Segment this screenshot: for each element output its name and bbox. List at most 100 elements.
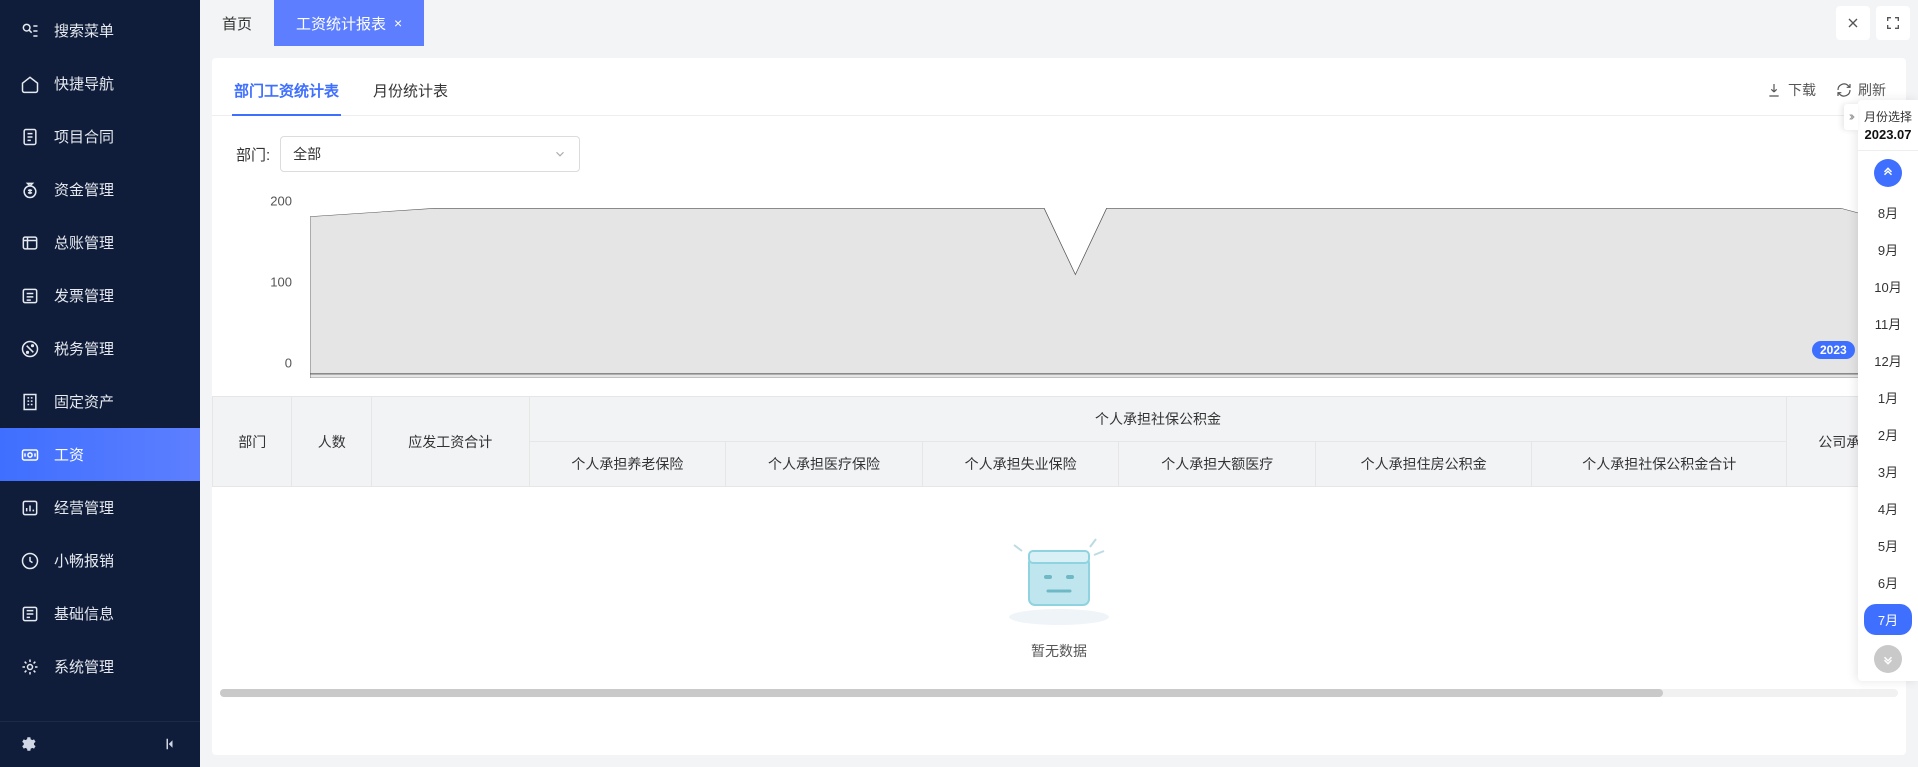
sidebar-item-6[interactable]: 税务管理	[0, 322, 200, 375]
table-subheader: 个人承担失业保险	[922, 442, 1119, 487]
sidebar-item-8[interactable]: 工资	[0, 428, 200, 481]
app-root: 搜索菜单快捷导航项目合同资金管理总账管理发票管理税务管理固定资产工资经营管理小畅…	[0, 0, 1918, 767]
tabs-bar-right	[1836, 0, 1918, 46]
month-item-2[interactable]: 10月	[1864, 271, 1912, 302]
salary-icon	[20, 445, 40, 465]
sidebar-item-1[interactable]: 快捷导航	[0, 57, 200, 110]
subtab-1[interactable]: 月份统计表	[371, 72, 450, 115]
month-panel-current: 2023.07	[1858, 127, 1918, 151]
table-subheader: 个人承担大额医疗	[1119, 442, 1316, 487]
subtabs-host: 部门工资统计表月份统计表	[232, 72, 450, 115]
tab-close-icon[interactable]: ×	[394, 15, 402, 31]
tax-icon	[20, 339, 40, 359]
department-select[interactable]: 全部	[280, 136, 580, 172]
empty-illustration-icon	[994, 517, 1124, 627]
department-select-value: 全部	[293, 144, 553, 164]
table-header-group: 个人承担社保公积金	[529, 397, 1787, 442]
refresh-label: 刷新	[1858, 80, 1886, 100]
sidebar-item-4[interactable]: 总账管理	[0, 216, 200, 269]
chart-y-axis: 0100200	[236, 186, 300, 386]
salary-chart: 0100200	[236, 186, 1882, 386]
month-item-11[interactable]: 7月	[1864, 604, 1912, 635]
table-subheader: 个人承担住房公积金	[1316, 442, 1532, 487]
table-header: 应发工资合计	[371, 397, 529, 487]
sidebar-item-7[interactable]: 固定资产	[0, 375, 200, 428]
content: 部门工资统计表月份统计表 下载 刷新	[200, 46, 1918, 767]
month-scroll-down-button[interactable]	[1874, 645, 1902, 673]
sidebar-item-label: 总账管理	[54, 232, 114, 253]
month-item-1[interactable]: 9月	[1864, 234, 1912, 265]
system-icon	[20, 657, 40, 677]
month-item-0[interactable]: 8月	[1864, 197, 1912, 228]
sidebar-item-label: 资金管理	[54, 179, 114, 200]
fullscreen-button[interactable]	[1876, 6, 1910, 40]
table-subheader: 个人承担社保公积金合计	[1532, 442, 1787, 487]
collapse-sidebar-icon[interactable]	[162, 735, 182, 755]
home-icon	[20, 74, 40, 94]
sidebar-item-2[interactable]: 项目合同	[0, 110, 200, 163]
empty-text: 暂无数据	[212, 641, 1906, 661]
refresh-icon	[1836, 82, 1852, 98]
money-bag-icon	[20, 180, 40, 200]
download-button[interactable]: 下载	[1766, 80, 1816, 100]
settings-icon[interactable]	[18, 735, 38, 755]
y-tick: 0	[285, 356, 292, 371]
sidebar-item-3[interactable]: 资金管理	[0, 163, 200, 216]
table-head: 部门人数应发工资合计个人承担社保公积金公司承担个人承担养老保险个人承担医疗保险个…	[213, 397, 1906, 487]
sidebar-item-11[interactable]: 基础信息	[0, 587, 200, 640]
table-subheader: 个人承担养老保险	[529, 442, 726, 487]
month-item-5[interactable]: 1月	[1864, 382, 1912, 413]
month-item-10[interactable]: 6月	[1864, 567, 1912, 598]
subtabs: 部门工资统计表月份统计表 下载 刷新	[212, 58, 1906, 116]
sidebar-item-9[interactable]: 经营管理	[0, 481, 200, 534]
filter-row: 部门: 全部	[212, 116, 1906, 180]
main-area: 首页 工资统计报表× 部门工资统计表月份统计表	[200, 0, 1918, 767]
sidebar-item-12[interactable]: 系统管理	[0, 640, 200, 693]
sidebar-item-label: 基础信息	[54, 603, 114, 624]
sidebar-item-label: 搜索菜单	[54, 20, 114, 41]
month-item-3[interactable]: 11月	[1864, 308, 1912, 339]
refresh-button[interactable]: 刷新	[1836, 80, 1886, 100]
sidebar-item-label: 快捷导航	[54, 73, 114, 94]
collapse-month-panel-button[interactable]	[1844, 104, 1858, 130]
month-item-9[interactable]: 5月	[1864, 530, 1912, 561]
download-icon	[1766, 82, 1782, 98]
download-label: 下载	[1788, 80, 1816, 100]
y-tick: 100	[270, 275, 292, 290]
month-item-6[interactable]: 2月	[1864, 419, 1912, 450]
sidebar: 搜索菜单快捷导航项目合同资金管理总账管理发票管理税务管理固定资产工资经营管理小畅…	[0, 0, 200, 767]
month-item-4[interactable]: 12月	[1864, 345, 1912, 376]
sidebar-item-0[interactable]: 搜索菜单	[0, 4, 200, 57]
sidebar-footer	[0, 721, 200, 767]
sidebar-item-label: 小畅报销	[54, 550, 114, 571]
tab-1[interactable]: 工资统计报表×	[274, 0, 424, 46]
chart-plot	[310, 194, 1872, 378]
month-scroll-up-button[interactable]	[1874, 159, 1902, 187]
month-item-7[interactable]: 3月	[1864, 456, 1912, 487]
table-wrap[interactable]: 部门人数应发工资合计个人承担社保公积金公司承担个人承担养老保险个人承担医疗保险个…	[212, 396, 1906, 487]
month-picker-panel: 月份选择 2023.07 2023 8月9月10月11月12月1月2月3月4月5…	[1858, 100, 1918, 681]
subtab-0[interactable]: 部门工资统计表	[232, 72, 341, 115]
month-panel-title: 月份选择	[1858, 100, 1918, 127]
month-item-8[interactable]: 4月	[1864, 493, 1912, 524]
tabs-bar: 首页 工资统计报表×	[200, 0, 1918, 46]
sidebar-item-label: 税务管理	[54, 338, 114, 359]
scrollbar-thumb[interactable]	[220, 689, 1663, 697]
close-all-tabs-button[interactable]	[1836, 6, 1870, 40]
table-header: 人数	[292, 397, 371, 487]
sidebar-item-5[interactable]: 发票管理	[0, 269, 200, 322]
table-header: 部门	[213, 397, 292, 487]
sidebar-item-label: 工资	[54, 444, 84, 465]
table-subheader: 个人承担医疗保险	[726, 442, 923, 487]
reimburse-icon	[20, 551, 40, 571]
chart-svg	[310, 194, 1872, 378]
tab-label: 首页	[222, 13, 252, 34]
building-icon	[20, 392, 40, 412]
sidebar-item-10[interactable]: 小畅报销	[0, 534, 200, 587]
sidebar-item-label: 项目合同	[54, 126, 114, 147]
tab-0[interactable]: 首页	[200, 0, 274, 46]
sidebar-item-label: 固定资产	[54, 391, 114, 412]
horizontal-scrollbar[interactable]	[220, 687, 1898, 697]
chart-icon	[20, 498, 40, 518]
chart-area: 0100200	[212, 180, 1906, 386]
